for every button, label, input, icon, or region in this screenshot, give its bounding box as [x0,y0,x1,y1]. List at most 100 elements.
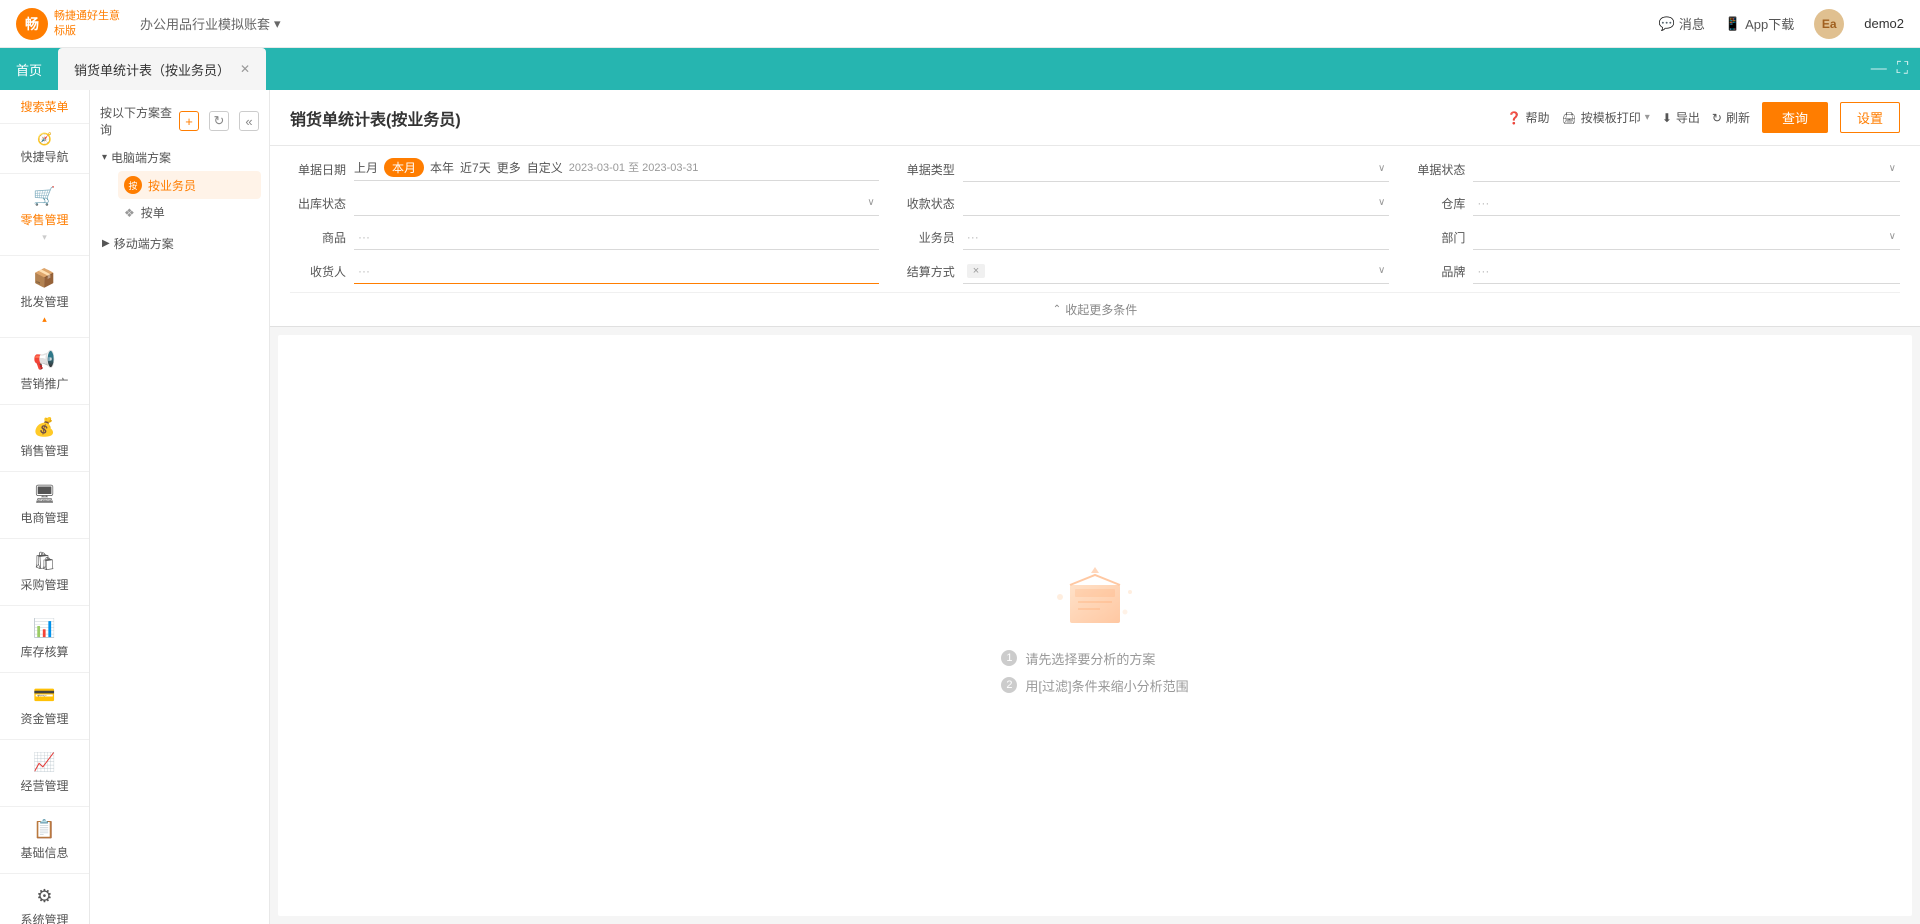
export-btn[interactable]: ⬇ 导出 [1662,109,1700,126]
tree-expand-icon: ▾ [102,152,107,163]
help-btn[interactable]: ❓ 帮助 [1507,109,1550,126]
tree-node-mobile[interactable]: ▶ 移动端方案 [98,230,261,257]
filter-cell-receiptstatus: 收款状态 ∨ [899,190,1390,216]
department-input[interactable]: ∨ [1473,224,1900,250]
export-label: 导出 [1676,109,1700,126]
tip-num-2: 2 [1001,677,1017,693]
tab-minus-btn[interactable]: — [1867,56,1891,82]
outstatus-input[interactable]: ∨ [354,190,879,216]
sidebar-item-label-finance: 资金管理 [20,710,68,727]
quick-nav-icon: 🧭 [37,132,52,146]
date-tab-custom[interactable]: 自定义 [527,159,563,176]
salesman-input[interactable]: ··· [963,224,1390,250]
help-icon: ❓ [1507,111,1522,125]
content-area: 按以下方案查询 + ↻ « ▾ 电脑端方案 按 按业务员 ❖ [90,90,1920,924]
department-arrow: ∨ [1889,231,1896,242]
sidebar-item-ecommerce[interactable]: 🖥 电商管理 [0,472,89,539]
sidebar-item-label-system: 系统管理 [20,911,68,924]
retail-icon: 🛒 [33,186,55,207]
filter-cell-salesman: 业务员 ··· [899,224,1390,250]
product-input[interactable]: ··· [354,224,879,250]
tree-node-desktop[interactable]: ▾ 电脑端方案 [98,144,261,171]
payment-label: 结算方式 [899,263,955,280]
tip-num-1: 1 [1001,650,1017,666]
brand-input[interactable]: ··· [1473,258,1900,284]
date-tab-last-month[interactable]: 上月 [354,159,378,176]
table-area: 1 请先选择要分析的方案 2 用[过滤]条件来缩小分析范围 [278,335,1912,916]
top-bar-right: 💬 消息 📱 App下载 Ea demo2 [1659,9,1904,39]
tab-report[interactable]: 销货单统计表（按业务员） ✕ [58,48,266,90]
warehouse-input[interactable]: ··· [1473,190,1900,216]
refresh-btn[interactable]: ↻ 刷新 [1712,109,1750,126]
payment-arrow: ∨ [1378,265,1385,276]
empty-tip-1: 1 请先选择要分析的方案 [1001,649,1188,668]
empty-icon [1045,557,1145,637]
payment-input[interactable]: × ∨ [963,258,1390,284]
docstatus-input[interactable]: ∨ [1473,156,1900,182]
filter-cell-date: 单据日期 上月 本月 本年 近7天 更多 自定义 2023-03-01 至 20… [290,158,879,181]
empty-tip-2: 2 用[过滤]条件来缩小分析范围 [1001,676,1188,695]
tree-leaf-salesman[interactable]: 按 按业务员 [118,171,261,199]
logo-text: 畅捷通好生意 标版 [54,9,120,38]
filter-area: 单据日期 上月 本月 本年 近7天 更多 自定义 2023-03-01 至 20… [270,146,1920,327]
consignee-input[interactable]: ··· [354,258,879,284]
breadcrumb-text: 办公用品行业模拟账套 [140,14,270,33]
collapse-more-btn[interactable]: ⌃ 收起更多条件 [290,292,1900,326]
print-btn[interactable]: 🖨 按模板打印 ▾ [1562,109,1650,126]
date-tab-this-year[interactable]: 本年 [430,159,454,176]
query-button[interactable]: 查询 [1762,102,1828,133]
refresh-scheme-btn[interactable]: ↻ [209,111,229,131]
add-scheme-btn[interactable]: + [179,111,199,131]
sales-icon: 💰 [33,417,55,438]
collapse-panel-btn[interactable]: « [239,111,259,131]
page-header: 销货单统计表(按业务员) ❓ 帮助 🖨 按模板打印 ▾ ⬇ 导出 [270,90,1920,146]
sidebar-item-label-retail: 零售管理 [20,211,68,228]
tree-desktop-children: 按 按业务员 ❖ 按单 [98,171,261,226]
department-label: 部门 [1409,229,1465,246]
app-download-btn[interactable]: 📱 App下载 [1725,14,1794,33]
report-tab-label: 销货单统计表（按业务员） [74,60,230,79]
tab-home[interactable]: 首页 [0,48,58,90]
avatar[interactable]: Ea [1814,9,1844,39]
sidebar-item-operation[interactable]: 📈 经营管理 [0,740,89,807]
collapse-arrow-icon: ⌃ [1053,304,1061,315]
receiptstatus-input[interactable]: ∨ [963,190,1390,216]
date-tab-more[interactable]: 更多 [497,159,521,176]
sidebar-item-sales[interactable]: 💰 销售管理 [0,405,89,472]
breadcrumb-dropdown-icon[interactable]: ▾ [274,16,281,32]
sidebar-item-retail[interactable]: 🛒 零售管理 ▾ [0,174,89,256]
sidebar-item-wholesale[interactable]: 📦 批发管理 ▴ [0,256,89,338]
tab-close-icon[interactable]: ✕ [240,62,250,76]
sidebar-item-inventory[interactable]: 📊 库存核算 [0,606,89,673]
ecommerce-icon: 🖥 [33,484,56,505]
username: demo2 [1864,16,1904,31]
app-download-label: App下载 [1745,14,1794,33]
docstatus-label: 单据状态 [1409,161,1465,178]
tree-leaf-by-doc[interactable]: ❖ 按单 [118,199,261,226]
sidebar-item-finance[interactable]: 💳 资金管理 [0,673,89,740]
doctype-input[interactable]: ∨ [963,156,1390,182]
sidebar-item-system[interactable]: ⚙ 系统管理 [0,874,89,924]
settings-button[interactable]: 设置 [1840,102,1900,133]
tab-bar-end: — ⛶ [1867,56,1920,82]
docstatus-arrow: ∨ [1889,163,1896,174]
sidebar-item-marketing[interactable]: 📢 营销推广 [0,338,89,405]
filter-cell-product: 商品 ··· [290,224,879,250]
sidebar-item-basic[interactable]: 📋 基础信息 [0,807,89,874]
warehouse-label: 仓库 [1409,195,1465,212]
empty-tips: 1 请先选择要分析的方案 2 用[过滤]条件来缩小分析范围 [1001,649,1188,695]
message-btn[interactable]: 💬 消息 [1659,14,1705,33]
doctype-arrow: ∨ [1378,163,1385,174]
quick-nav-item[interactable]: 🧭 快捷导航 [0,124,89,174]
basic-icon: 📋 [33,819,55,840]
payment-tag-close[interactable]: × [973,265,979,277]
search-menu-btn[interactable]: 搜索菜单 [0,90,89,124]
sidebar-item-label-inventory: 库存核算 [20,643,68,660]
date-tab-7days[interactable]: 近7天 [460,159,491,176]
tab-expand-btn[interactable]: ⛶ [1893,56,1912,82]
date-tab-this-month[interactable]: 本月 [384,158,424,177]
sidebar-item-purchase[interactable]: 🛍 采购管理 [0,539,89,606]
filter-row-1: 单据日期 上月 本月 本年 近7天 更多 自定义 2023-03-01 至 20… [290,156,1900,182]
panel-title: 按以下方案查询 [100,104,173,138]
finance-icon: 💳 [33,685,55,706]
